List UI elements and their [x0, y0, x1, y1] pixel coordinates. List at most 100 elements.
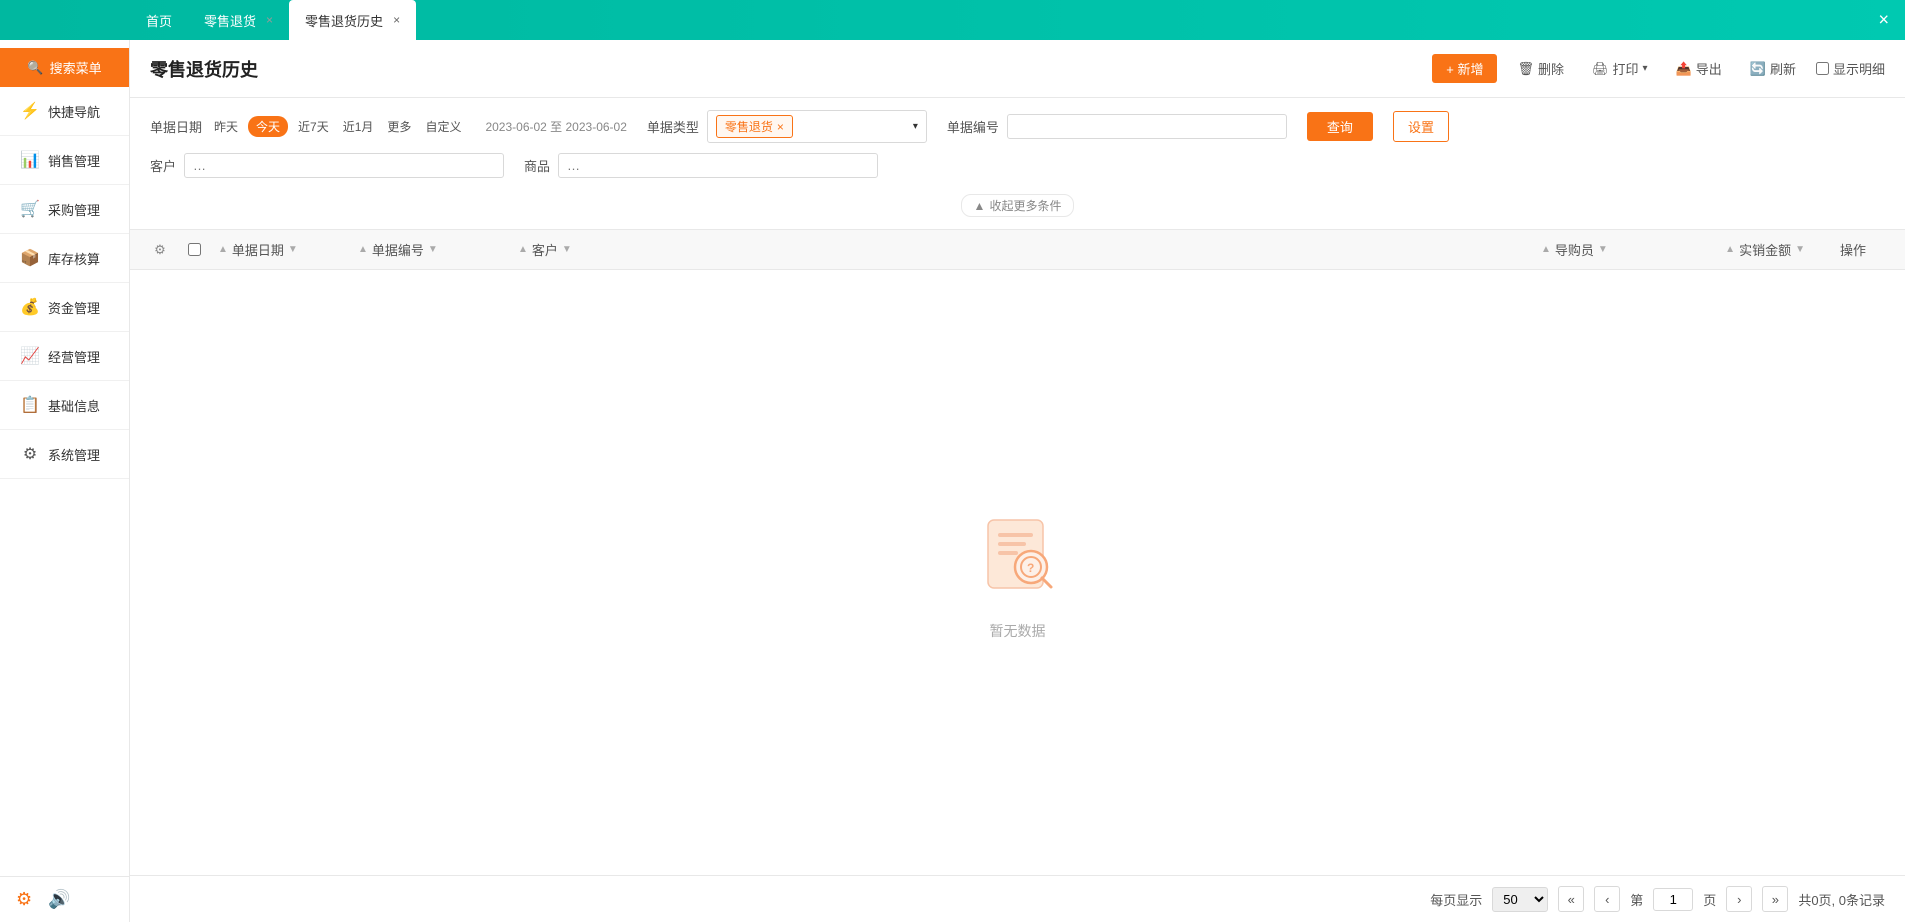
date-opt-custom[interactable]: 自定义 [421, 116, 465, 137]
tab-retail-return-close[interactable]: × [266, 13, 273, 27]
sidebar-item-quicknav-label: 快捷导航 [48, 102, 100, 121]
sound-bottom-icon[interactable]: 🔊 [48, 889, 70, 910]
doc-no-input[interactable] [1007, 114, 1287, 139]
page-label: 第 [1630, 890, 1643, 909]
th-amount-label: 实销金额 [1739, 240, 1791, 259]
doc-type-tag: 零售退货 × [716, 115, 793, 138]
add-button[interactable]: + 新增 [1432, 54, 1497, 83]
sort-asc-doc-icon: ▲ [358, 244, 368, 255]
top-bar: 首页 零售退货 × 零售退货历史 × × [0, 0, 1905, 40]
sidebar-item-quicknav[interactable]: ⚡ 快捷导航 [0, 87, 129, 136]
tab-retail-return-history-close[interactable]: × [393, 13, 400, 27]
prev-page-button[interactable]: ‹ [1594, 886, 1620, 912]
th-date-label: 单据日期 [232, 240, 284, 259]
doc-type-tag-close[interactable]: × [777, 120, 784, 134]
th-doc-no[interactable]: ▲ 单据编号 ▼ [350, 240, 510, 259]
date-opt-today[interactable]: 今天 [248, 116, 288, 137]
th-customer-label: 客户 [532, 240, 558, 259]
table-header: ⚙ ▲ 单据日期 ▼ ▲ 单据编号 ▼ ▲ 客户 ▼ [130, 230, 1905, 270]
page-unit: 页 [1703, 890, 1716, 909]
display-detail-checkbox-area[interactable]: 显示明细 [1816, 59, 1885, 78]
th-guide[interactable]: ▲ 导购员 ▼ [1533, 240, 1693, 259]
tab-retail-return-label: 零售退货 [204, 11, 256, 30]
date-range-display: 2023-06-02 至 2023-06-02 [485, 118, 626, 135]
main-content: 零售退货历史 + 新增 🗑 删除 🖨 打印 ▾ 📤 导出 [130, 40, 1905, 922]
table-select-all-cell[interactable] [178, 243, 210, 256]
sidebar-search[interactable]: 🔍 搜索菜单 [0, 48, 129, 87]
svg-text:?: ? [1027, 561, 1034, 575]
sort-asc-icon: ▲ [218, 244, 228, 255]
sort-desc-doc-icon: ▼ [428, 244, 438, 255]
settings-query-button[interactable]: 设置 [1393, 111, 1449, 142]
window-close-button[interactable]: × [1878, 10, 1889, 31]
page-size-select[interactable]: 50 10 20 100 [1492, 887, 1548, 912]
refresh-button[interactable]: 🔄 刷新 [1742, 55, 1804, 82]
doc-no-label: 单据编号 [947, 117, 999, 136]
th-amount[interactable]: ▲ 实销金额 ▼ [1693, 240, 1813, 259]
first-page-button[interactable]: « [1558, 886, 1584, 912]
sidebar-search-label: 搜索菜单 [50, 58, 102, 77]
select-all-checkbox[interactable] [188, 243, 201, 256]
empty-text: 暂无数据 [990, 621, 1046, 641]
display-detail-checkbox[interactable] [1816, 62, 1829, 75]
sidebar-item-purchase-label: 采购管理 [48, 200, 100, 219]
tab-retail-return-history[interactable]: 零售退货历史 × [289, 0, 416, 40]
filter-row-2: 客户 商品 [150, 153, 1885, 178]
filter-bar: 单据日期 昨天 今天 近7天 近1月 更多 自定义 2023-06-02 至 2… [130, 98, 1905, 230]
print-button[interactable]: 🖨 打印 ▾ [1584, 55, 1656, 82]
quicknav-icon: ⚡ [20, 101, 40, 121]
toolbar: + 新增 🗑 删除 🖨 打印 ▾ 📤 导出 🔄 [1432, 54, 1885, 83]
sidebar-item-system-label: 系统管理 [48, 445, 100, 464]
table-container: ⚙ ▲ 单据日期 ▼ ▲ 单据编号 ▼ ▲ 客户 ▼ [130, 230, 1905, 922]
date-opt-more[interactable]: 更多 [383, 116, 415, 137]
operations-icon: 📈 [20, 346, 40, 366]
collapse-button[interactable]: ▲ 收起更多条件 [961, 194, 1075, 217]
query-button[interactable]: 查询 [1307, 112, 1373, 141]
th-customer[interactable]: ▲ 客户 ▼ [510, 240, 1533, 259]
sidebar-item-inventory[interactable]: 📦 库存核算 [0, 234, 129, 283]
date-filter-label: 单据日期 [150, 117, 202, 136]
search-icon: 🔍 [27, 60, 43, 76]
date-opt-1month[interactable]: 近1月 [339, 116, 378, 137]
goods-input[interactable] [558, 153, 878, 178]
sidebar-item-basic-info[interactable]: 📋 基础信息 [0, 381, 129, 430]
export-button[interactable]: 📤 导出 [1668, 55, 1730, 82]
settings-bottom-icon[interactable]: ⚙ [16, 889, 32, 910]
refresh-icon: 🔄 [1750, 61, 1766, 77]
sidebar-item-purchase[interactable]: 🛒 采购管理 [0, 185, 129, 234]
filter-group-doc-no: 单据编号 [947, 114, 1287, 139]
empty-state-icon: ? [968, 505, 1068, 605]
doc-type-selected-area: 零售退货 × [716, 115, 793, 138]
filter-group-goods: 商品 [524, 153, 878, 178]
sidebar-item-finance[interactable]: 💰 资金管理 [0, 283, 129, 332]
sort-asc-amount-icon: ▲ [1725, 244, 1735, 255]
page-number-input[interactable] [1653, 888, 1693, 911]
export-icon: 📤 [1676, 61, 1692, 77]
display-detail-label: 显示明细 [1833, 59, 1885, 78]
page-header: 零售退货历史 + 新增 🗑 删除 🖨 打印 ▾ 📤 导出 [130, 40, 1905, 98]
date-opt-yesterday[interactable]: 昨天 [210, 116, 242, 137]
customer-input[interactable] [184, 153, 504, 178]
table-settings-button[interactable]: ⚙ [142, 242, 178, 258]
doc-type-select[interactable]: 零售退货 × ▾ [707, 110, 927, 143]
tab-home-label: 首页 [146, 11, 172, 30]
sidebar-item-system[interactable]: ⚙ 系统管理 [0, 430, 129, 479]
collapse-row: ▲ 收起更多条件 [150, 188, 1885, 217]
date-opt-7days[interactable]: 近7天 [294, 116, 333, 137]
collapse-label: 收起更多条件 [989, 197, 1061, 214]
date-options: 昨天 今天 近7天 近1月 更多 自定义 [210, 116, 465, 137]
page-title-row: 零售退货历史 + 新增 🗑 删除 🖨 打印 ▾ 📤 导出 [150, 54, 1885, 83]
sidebar-item-operations[interactable]: 📈 经营管理 [0, 332, 129, 381]
doc-type-tag-text: 零售退货 [725, 118, 773, 135]
next-page-button[interactable]: › [1726, 886, 1752, 912]
basic-info-icon: 📋 [20, 395, 40, 415]
filter-group-date-range: 2023-06-02 至 2023-06-02 [485, 118, 626, 135]
last-page-button[interactable]: » [1762, 886, 1788, 912]
th-date[interactable]: ▲ 单据日期 ▼ [210, 240, 350, 259]
delete-button[interactable]: 🗑 删除 [1509, 55, 1572, 82]
sidebar-item-sales[interactable]: 📊 销售管理 [0, 136, 129, 185]
th-guide-label: 导购员 [1555, 240, 1594, 259]
tab-home[interactable]: 首页 [130, 0, 188, 40]
system-icon: ⚙ [20, 444, 40, 464]
tab-retail-return[interactable]: 零售退货 × [188, 0, 289, 40]
